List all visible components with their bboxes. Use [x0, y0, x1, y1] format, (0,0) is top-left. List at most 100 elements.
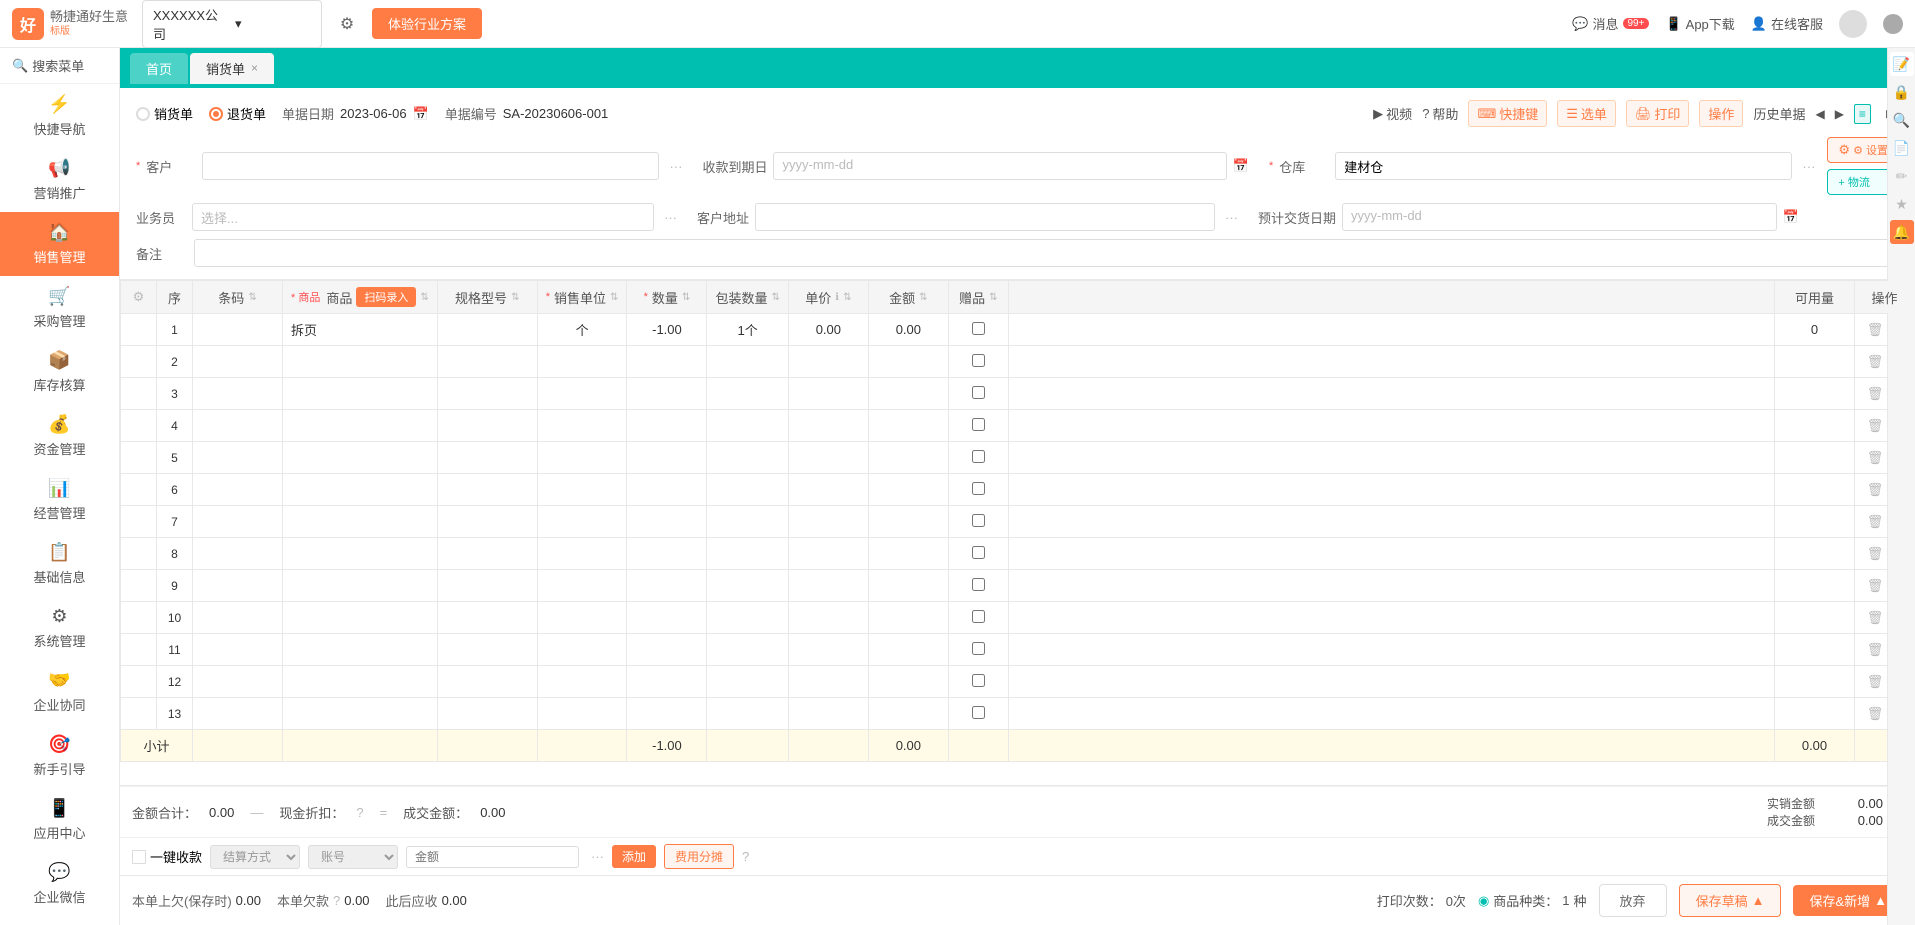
- row-qty-2[interactable]: [627, 378, 707, 410]
- row-amount-6[interactable]: [868, 506, 948, 538]
- settings-icon[interactable]: ⚙: [332, 9, 362, 39]
- sidebar-item-basic[interactable]: 📋 基础信息: [0, 532, 119, 596]
- row-product-7[interactable]: [283, 538, 438, 570]
- warehouse-dots[interactable]: ···: [1802, 159, 1815, 174]
- save-draft-dropdown-icon[interactable]: ▲: [1752, 893, 1765, 908]
- row-qty-4[interactable]: [627, 442, 707, 474]
- row-pkgqty-0[interactable]: 1个: [707, 314, 788, 346]
- salesman-dots[interactable]: ···: [664, 210, 677, 225]
- add-payment-button[interactable]: 添加: [612, 845, 656, 868]
- row-gift-4[interactable]: [948, 442, 1008, 474]
- row-pkgqty-11[interactable]: [707, 666, 788, 698]
- row-product-5[interactable]: [283, 474, 438, 506]
- sidebar-item-marketing[interactable]: 📢 营销推广: [0, 148, 119, 212]
- avatar[interactable]: [1839, 10, 1867, 38]
- abandon-button[interactable]: 放弃: [1599, 884, 1667, 917]
- unit-sort-icon[interactable]: ⇅: [610, 292, 618, 303]
- row-amount-7[interactable]: [868, 538, 948, 570]
- amount-sort-icon[interactable]: ⇅: [919, 292, 927, 303]
- row-spec-3[interactable]: [437, 410, 537, 442]
- sidebar-item-quick-nav[interactable]: ⚡ 快捷导航: [0, 84, 119, 148]
- row-spec-7[interactable]: [437, 538, 537, 570]
- customer-address-input[interactable]: [755, 203, 1215, 231]
- row-pkgqty-2[interactable]: [707, 378, 788, 410]
- price-sort-icon[interactable]: ⇅: [843, 292, 851, 303]
- tab-close-icon[interactable]: ×: [251, 61, 258, 75]
- row-pkgqty-7[interactable]: [707, 538, 788, 570]
- row-spec-10[interactable]: [437, 634, 537, 666]
- row-amount-12[interactable]: [868, 698, 948, 730]
- row-product-2[interactable]: [283, 378, 438, 410]
- row-product-11[interactable]: [283, 666, 438, 698]
- receive-date-input[interactable]: yyyy-mm-dd: [773, 152, 1226, 180]
- row-qty-10[interactable]: [627, 634, 707, 666]
- row-qty-8[interactable]: [627, 570, 707, 602]
- row-gift-2[interactable]: [948, 378, 1008, 410]
- row-product-1[interactable]: [283, 346, 438, 378]
- row-spec-0[interactable]: [437, 314, 537, 346]
- salesman-input[interactable]: 选择...: [192, 203, 654, 231]
- row-price-3[interactable]: [788, 410, 868, 442]
- row-spec-4[interactable]: [437, 442, 537, 474]
- sale-order-radio[interactable]: 销货单: [136, 104, 193, 123]
- order-owe-help-icon[interactable]: ?: [333, 893, 340, 908]
- row-price-5[interactable]: [788, 474, 868, 506]
- payment-dots[interactable]: ···: [591, 849, 604, 864]
- row-spec-2[interactable]: [437, 378, 537, 410]
- row-price-6[interactable]: [788, 506, 868, 538]
- row-amount-0[interactable]: 0.00: [868, 314, 948, 346]
- row-spec-1[interactable]: [437, 346, 537, 378]
- row-amount-11[interactable]: [868, 666, 948, 698]
- expense-help-icon[interactable]: ?: [742, 849, 749, 864]
- row-amount-1[interactable]: [868, 346, 948, 378]
- nav-prev-btn[interactable]: ◀: [1815, 107, 1824, 121]
- row-pkgqty-5[interactable]: [707, 474, 788, 506]
- row-product-6[interactable]: [283, 506, 438, 538]
- row-gift-1[interactable]: [948, 346, 1008, 378]
- row-unit-8[interactable]: [537, 570, 627, 602]
- barcode-sort-icon[interactable]: ⇅: [248, 292, 256, 303]
- sidebar-item-sales[interactable]: 🏠 销售管理: [0, 212, 119, 276]
- history-link[interactable]: 历史单据: [1753, 104, 1805, 123]
- row-spec-11[interactable]: [437, 666, 537, 698]
- right-btn-2[interactable]: 🔒: [1890, 80, 1914, 104]
- row-unit-3[interactable]: [537, 410, 627, 442]
- row-barcode-4[interactable]: [193, 442, 283, 474]
- row-qty-11[interactable]: [627, 666, 707, 698]
- row-barcode-9[interactable]: [193, 602, 283, 634]
- row-delete-11[interactable]: 🗑: [1867, 674, 1884, 689]
- row-price-0[interactable]: 0.00: [788, 314, 868, 346]
- row-pkgqty-6[interactable]: [707, 506, 788, 538]
- one-click-pay-checkbox[interactable]: 一键收款: [132, 847, 202, 866]
- row-amount-8[interactable]: [868, 570, 948, 602]
- row-delete-8[interactable]: 🗑: [1867, 578, 1884, 593]
- row-delete-0[interactable]: 🗑: [1867, 322, 1884, 337]
- row-pkgqty-8[interactable]: [707, 570, 788, 602]
- save-new-dropdown-icon[interactable]: ▲: [1874, 893, 1887, 908]
- row-qty-6[interactable]: [627, 506, 707, 538]
- view-list-btn[interactable]: ≡: [1854, 104, 1871, 124]
- row-delete-12[interactable]: 🗑: [1867, 706, 1884, 721]
- row-qty-0[interactable]: -1.00: [627, 314, 707, 346]
- row-unit-5[interactable]: [537, 474, 627, 506]
- row-unit-1[interactable]: [537, 346, 627, 378]
- row-delete-1[interactable]: 🗑: [1867, 354, 1884, 369]
- right-btn-3[interactable]: 🔍: [1890, 108, 1914, 132]
- sidebar-item-business[interactable]: 📊 经营管理: [0, 468, 119, 532]
- row-product-12[interactable]: [283, 698, 438, 730]
- sidebar-item-purchase[interactable]: 🛒 采购管理: [0, 276, 119, 340]
- row-gift-0[interactable]: [948, 314, 1008, 346]
- right-btn-1[interactable]: 📝: [1890, 52, 1914, 76]
- row-unit-11[interactable]: [537, 666, 627, 698]
- sidebar-item-wechat[interactable]: 💬 企业微信: [0, 852, 119, 916]
- row-delete-6[interactable]: 🗑: [1867, 514, 1884, 529]
- row-barcode-10[interactable]: [193, 634, 283, 666]
- row-unit-9[interactable]: [537, 602, 627, 634]
- row-spec-6[interactable]: [437, 506, 537, 538]
- col-header-gear[interactable]: ⚙: [121, 281, 157, 314]
- row-amount-10[interactable]: [868, 634, 948, 666]
- row-unit-0[interactable]: 个: [537, 314, 627, 346]
- row-pkgqty-4[interactable]: [707, 442, 788, 474]
- row-pkgqty-1[interactable]: [707, 346, 788, 378]
- row-amount-9[interactable]: [868, 602, 948, 634]
